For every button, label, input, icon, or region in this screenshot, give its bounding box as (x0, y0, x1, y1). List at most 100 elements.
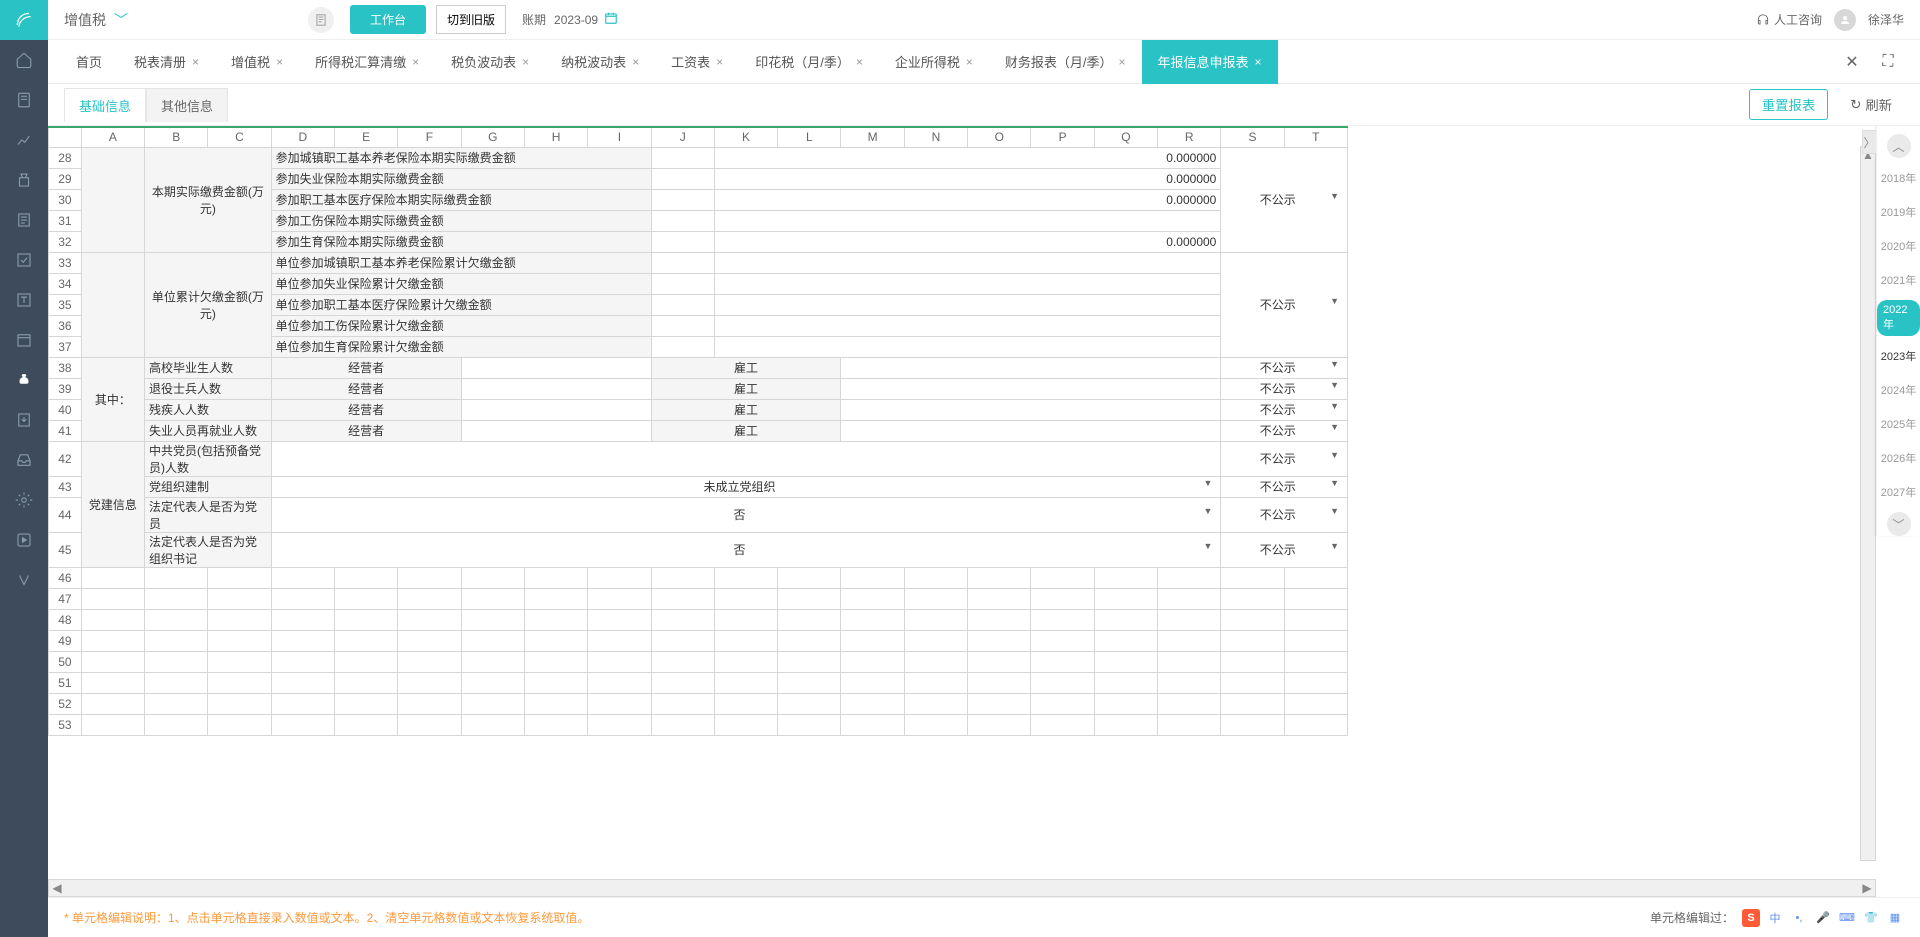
year-item[interactable]: 2021年 (1879, 266, 1918, 294)
cell[interactable] (651, 315, 714, 336)
row-header[interactable]: 31 (49, 210, 82, 231)
cell[interactable] (841, 693, 904, 714)
nav-list[interactable] (0, 200, 48, 240)
calendar-icon[interactable] (604, 11, 618, 28)
cell[interactable] (1094, 588, 1157, 609)
cell[interactable] (968, 672, 1031, 693)
cell[interactable] (651, 588, 714, 609)
cell[interactable] (588, 630, 651, 651)
cell[interactable] (651, 336, 714, 357)
col-header[interactable]: D (271, 127, 334, 147)
cell[interactable] (968, 651, 1031, 672)
cell[interactable] (1284, 693, 1347, 714)
row-header[interactable]: 44 (49, 497, 82, 532)
ime-keyboard-icon[interactable]: ⌨ (1838, 909, 1856, 927)
tab-close-icon[interactable]: × (192, 55, 199, 69)
cell[interactable] (208, 588, 271, 609)
cell[interactable] (461, 378, 651, 399)
nav-inbox[interactable] (0, 440, 48, 480)
cell[interactable] (778, 651, 841, 672)
cell[interactable] (714, 609, 777, 630)
row-header[interactable]: 49 (49, 630, 82, 651)
col-header[interactable]: P (1031, 127, 1094, 147)
row-value[interactable]: 0.000000 (714, 147, 1221, 168)
nav-doc[interactable] (0, 80, 48, 120)
nav-play[interactable] (0, 520, 48, 560)
cell[interactable] (81, 714, 144, 735)
cell[interactable] (841, 651, 904, 672)
cell[interactable] (651, 693, 714, 714)
tab-9[interactable]: 财务报表（月/季）× (989, 40, 1142, 84)
publish-select[interactable]: 不公示 (1221, 378, 1348, 399)
col-header[interactable]: L (778, 127, 841, 147)
year-panel-collapse[interactable]: 〉 (1862, 130, 1876, 154)
cell[interactable] (208, 609, 271, 630)
publish-select[interactable]: 不公示 (1221, 147, 1348, 252)
subtab-other[interactable]: 其他信息 (146, 88, 228, 122)
nav-text[interactable] (0, 280, 48, 320)
user-avatar[interactable] (1834, 9, 1856, 31)
cell[interactable] (1284, 630, 1347, 651)
cell[interactable] (145, 567, 208, 588)
cell[interactable] (714, 273, 1221, 294)
cell[interactable] (651, 294, 714, 315)
cell[interactable] (651, 651, 714, 672)
cell[interactable] (398, 567, 461, 588)
tab-4[interactable]: 税负波动表× (435, 40, 545, 84)
cell[interactable] (588, 672, 651, 693)
publish-select[interactable]: 不公示 (1221, 252, 1348, 357)
col-header[interactable]: M (841, 127, 904, 147)
row-header[interactable]: 35 (49, 294, 82, 315)
cell[interactable] (714, 567, 777, 588)
cell[interactable] (841, 630, 904, 651)
cell[interactable] (1031, 651, 1094, 672)
cell[interactable] (271, 630, 334, 651)
cell[interactable] (461, 651, 524, 672)
cell[interactable] (841, 672, 904, 693)
cell[interactable] (1031, 588, 1094, 609)
cell[interactable] (651, 210, 714, 231)
cell[interactable] (461, 357, 651, 378)
cell[interactable] (1031, 630, 1094, 651)
cell[interactable] (208, 714, 271, 735)
cell[interactable] (208, 630, 271, 651)
cell[interactable] (968, 693, 1031, 714)
row-header[interactable]: 40 (49, 399, 82, 420)
cell[interactable] (778, 588, 841, 609)
row-header[interactable]: 53 (49, 714, 82, 735)
cell[interactable] (1158, 588, 1221, 609)
cell[interactable] (271, 441, 1221, 476)
cell[interactable] (81, 252, 144, 357)
col-header[interactable]: G (461, 127, 524, 147)
publish-select[interactable]: 不公示 (1221, 357, 1348, 378)
row-value-select[interactable]: 未成立党组织 (271, 476, 1221, 497)
doc-icon[interactable] (308, 7, 334, 33)
row-header[interactable]: 38 (49, 357, 82, 378)
cell[interactable] (651, 252, 714, 273)
cell[interactable] (271, 672, 334, 693)
tab-close-icon[interactable]: × (522, 55, 529, 69)
col-header[interactable]: B (145, 127, 208, 147)
tab-close-icon[interactable]: × (1119, 55, 1126, 69)
vertical-scrollbar[interactable]: ▲ (1860, 146, 1876, 861)
col-header[interactable]: R (1158, 127, 1221, 147)
cell[interactable] (778, 630, 841, 651)
col-header[interactable]: T (1284, 127, 1347, 147)
tab-close-icon[interactable]: × (1255, 55, 1262, 69)
cell[interactable] (461, 567, 524, 588)
cell[interactable] (904, 672, 967, 693)
row-header[interactable]: 47 (49, 588, 82, 609)
year-up-icon[interactable]: ︿ (1887, 134, 1911, 158)
row-header[interactable]: 45 (49, 532, 82, 567)
tab-close-icon[interactable]: × (632, 55, 639, 69)
col-header[interactable]: O (968, 127, 1031, 147)
cell[interactable] (1158, 651, 1221, 672)
tab-close-icon[interactable]: × (966, 55, 973, 69)
cell[interactable] (778, 609, 841, 630)
cell[interactable] (145, 714, 208, 735)
cell[interactable] (81, 588, 144, 609)
cell[interactable] (208, 672, 271, 693)
col-header[interactable]: H (524, 127, 587, 147)
cell[interactable] (1158, 693, 1221, 714)
tab-5[interactable]: 纳税波动表× (545, 40, 655, 84)
